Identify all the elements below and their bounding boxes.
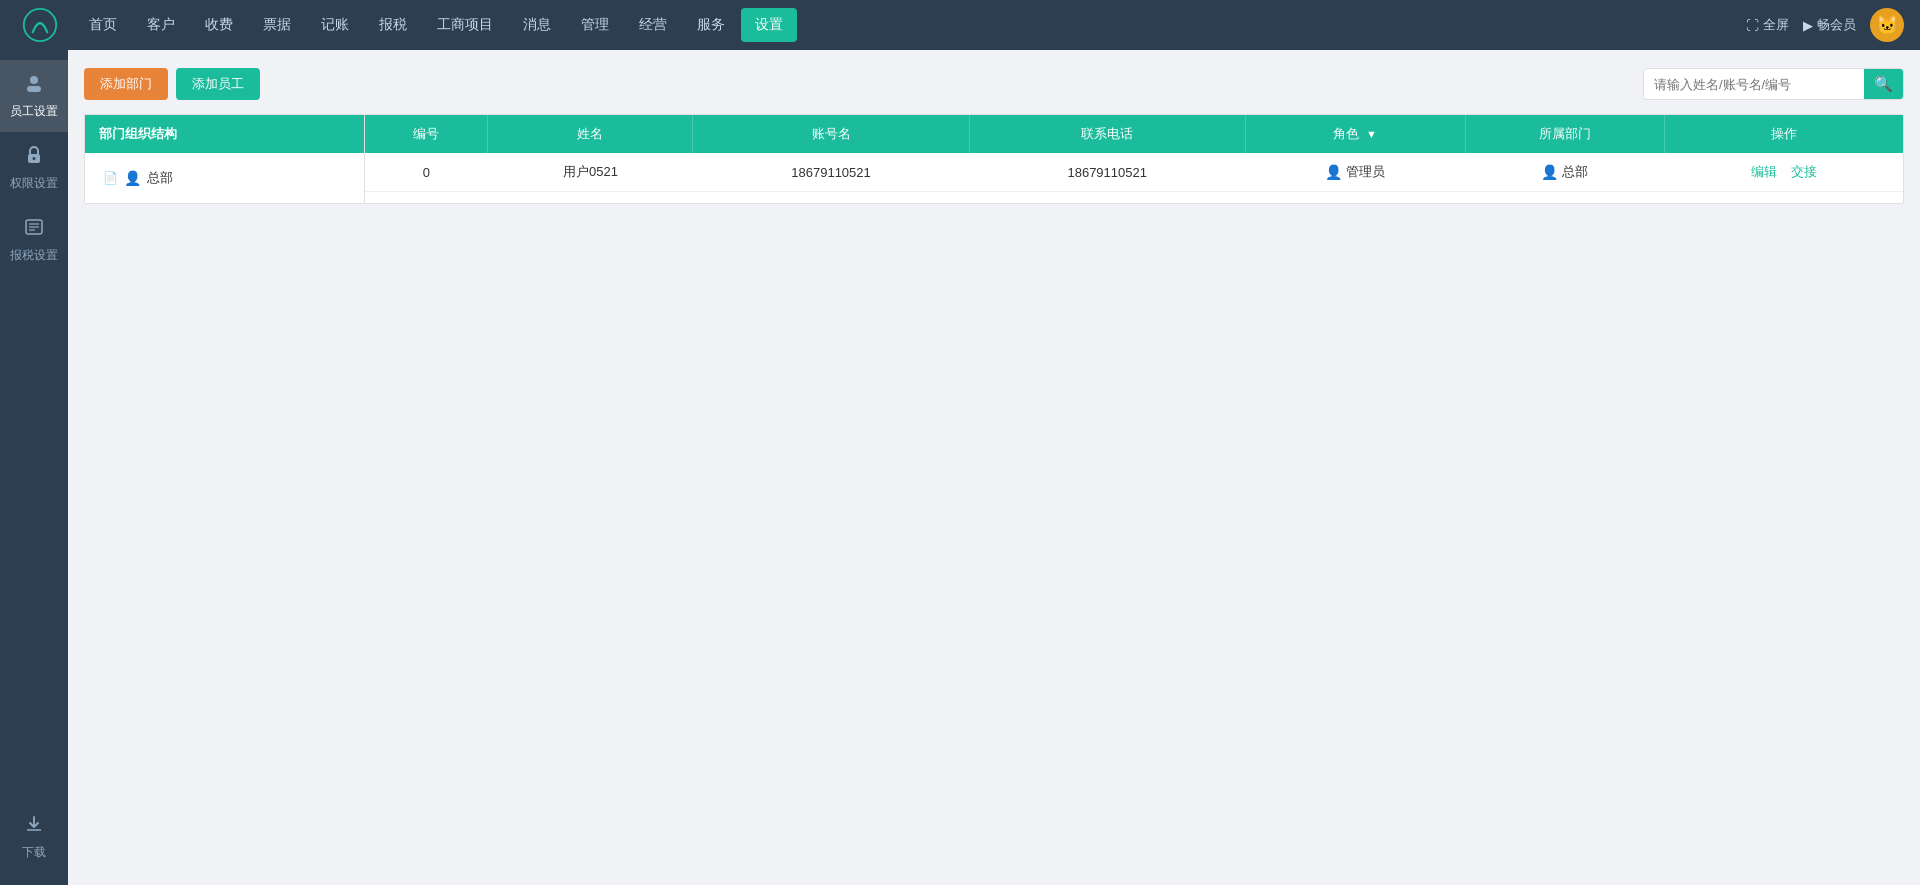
cell-name: 用户0521 — [488, 153, 693, 192]
nav-customer[interactable]: 客户 — [133, 8, 189, 42]
lock-icon — [23, 144, 45, 171]
col-name: 姓名 — [488, 115, 693, 153]
nav-manage[interactable]: 管理 — [567, 8, 623, 42]
col-id: 编号 — [365, 115, 488, 153]
tree-header: 部门组织结构 — [85, 115, 364, 153]
logo — [10, 7, 70, 43]
svg-point-1 — [30, 76, 38, 84]
svg-point-4 — [33, 157, 36, 160]
avatar-icon: 🐱 — [1876, 14, 1898, 36]
tree-user-icon: 👤 — [124, 170, 141, 186]
fullscreen-button[interactable]: ⛶ 全屏 — [1746, 16, 1789, 34]
nav-business[interactable]: 工商项目 — [423, 8, 507, 42]
tree-item-root[interactable]: 📄 👤 总部 — [95, 163, 354, 193]
cell-phone: 18679110521 — [969, 153, 1245, 192]
nav-accounting[interactable]: 记账 — [307, 8, 363, 42]
table-header-row: 编号 姓名 账号名 联系电话 角色 ▼ 所属部门 操作 — [365, 115, 1903, 153]
table-row: 0 用户0521 18679110521 18679110521 👤 管理员 — [365, 153, 1903, 192]
edit-button[interactable]: 编辑 — [1751, 164, 1777, 179]
member-icon: ▶ — [1803, 18, 1813, 33]
sidebar-download[interactable]: 下载 — [0, 801, 68, 873]
nav-message[interactable]: 消息 — [509, 8, 565, 42]
toolbar: 添加部门 添加员工 🔍 — [84, 68, 1904, 100]
cell-dept: 👤 总部 — [1465, 153, 1665, 192]
sidebar-employee-label: 员工设置 — [10, 103, 58, 120]
sidebar-download-label: 下载 — [22, 844, 46, 861]
role-badge: 👤 管理员 — [1325, 163, 1385, 181]
nav-operation[interactable]: 经营 — [625, 8, 681, 42]
nav-service[interactable]: 服务 — [683, 8, 739, 42]
search-button[interactable]: 🔍 — [1864, 69, 1903, 99]
role-user-icon: 👤 — [1325, 164, 1342, 180]
role-label: 管理员 — [1346, 163, 1385, 181]
sidebar-item-employee[interactable]: 员工设置 — [0, 60, 68, 132]
fullscreen-label: 全屏 — [1763, 16, 1789, 34]
add-dept-button[interactable]: 添加部门 — [84, 68, 168, 100]
tree-body: 📄 👤 总部 — [85, 153, 364, 203]
nav-billing[interactable]: 收费 — [191, 8, 247, 42]
table-panel: 编号 姓名 账号名 联系电话 角色 ▼ 所属部门 操作 0 — [365, 115, 1903, 203]
cell-id: 0 — [365, 153, 488, 192]
member-label: 畅会员 — [1817, 16, 1856, 34]
filter-icon: ▼ — [1366, 128, 1377, 140]
download-icon — [23, 813, 45, 840]
add-employee-button[interactable]: 添加员工 — [176, 68, 260, 100]
svg-point-0 — [24, 9, 56, 41]
tax-setting-icon — [23, 216, 45, 243]
sidebar-item-permission[interactable]: 权限设置 — [0, 132, 68, 204]
sidebar-bottom: 下载 — [0, 801, 68, 873]
col-action: 操作 — [1665, 115, 1903, 153]
nav-home[interactable]: 首页 — [75, 8, 131, 42]
folder-icon: 📄 — [103, 171, 118, 185]
search-input[interactable] — [1644, 71, 1864, 98]
nav-invoice[interactable]: 票据 — [249, 8, 305, 42]
nav-tax[interactable]: 报税 — [365, 8, 421, 42]
tree-panel: 部门组织结构 📄 👤 总部 — [85, 115, 365, 203]
dept-label: 总部 — [1562, 163, 1588, 181]
fullscreen-icon: ⛶ — [1746, 18, 1759, 33]
employee-table: 编号 姓名 账号名 联系电话 角色 ▼ 所属部门 操作 0 — [365, 115, 1903, 192]
search-wrap: 🔍 — [1643, 68, 1904, 100]
col-account: 账号名 — [693, 115, 969, 153]
col-phone: 联系电话 — [969, 115, 1245, 153]
sidebar-item-taxsetting[interactable]: 报税设置 — [0, 204, 68, 276]
search-icon: 🔍 — [1874, 75, 1893, 92]
content-body: 部门组织结构 📄 👤 总部 编号 姓名 账号名 联系电话 — [84, 114, 1904, 204]
member-button[interactable]: ▶ 畅会员 — [1803, 16, 1856, 34]
dept-badge: 👤 总部 — [1541, 163, 1588, 181]
transfer-button[interactable]: 交接 — [1791, 164, 1817, 179]
cell-account: 18679110521 — [693, 153, 969, 192]
col-role[interactable]: 角色 ▼ — [1245, 115, 1465, 153]
col-dept: 所属部门 — [1465, 115, 1665, 153]
tree-item-label: 总部 — [147, 169, 173, 187]
avatar[interactable]: 🐱 — [1870, 8, 1904, 42]
employee-icon — [23, 72, 45, 99]
col-role-label: 角色 — [1333, 126, 1359, 141]
top-nav-right: ⛶ 全屏 ▶ 畅会员 🐱 — [1746, 8, 1920, 42]
nav-settings[interactable]: 设置 — [741, 8, 797, 42]
sidebar-permission-label: 权限设置 — [10, 175, 58, 192]
top-navigation: 首页 客户 收费 票据 记账 报税 工商项目 消息 管理 经营 服务 设置 ⛶ … — [0, 0, 1920, 50]
sidebar: 员工设置 权限设置 报税设置 — [0, 50, 68, 885]
cell-actions: 编辑 交接 — [1665, 153, 1903, 192]
main-content: 添加部门 添加员工 🔍 部门组织结构 📄 👤 总部 — [68, 50, 1920, 885]
sidebar-taxsetting-label: 报税设置 — [10, 247, 58, 264]
nav-menu: 首页 客户 收费 票据 记账 报税 工商项目 消息 管理 经营 服务 设置 — [75, 8, 1746, 42]
cell-role: 👤 管理员 — [1245, 153, 1465, 192]
dept-user-icon: 👤 — [1541, 164, 1558, 180]
svg-rect-2 — [27, 86, 41, 92]
